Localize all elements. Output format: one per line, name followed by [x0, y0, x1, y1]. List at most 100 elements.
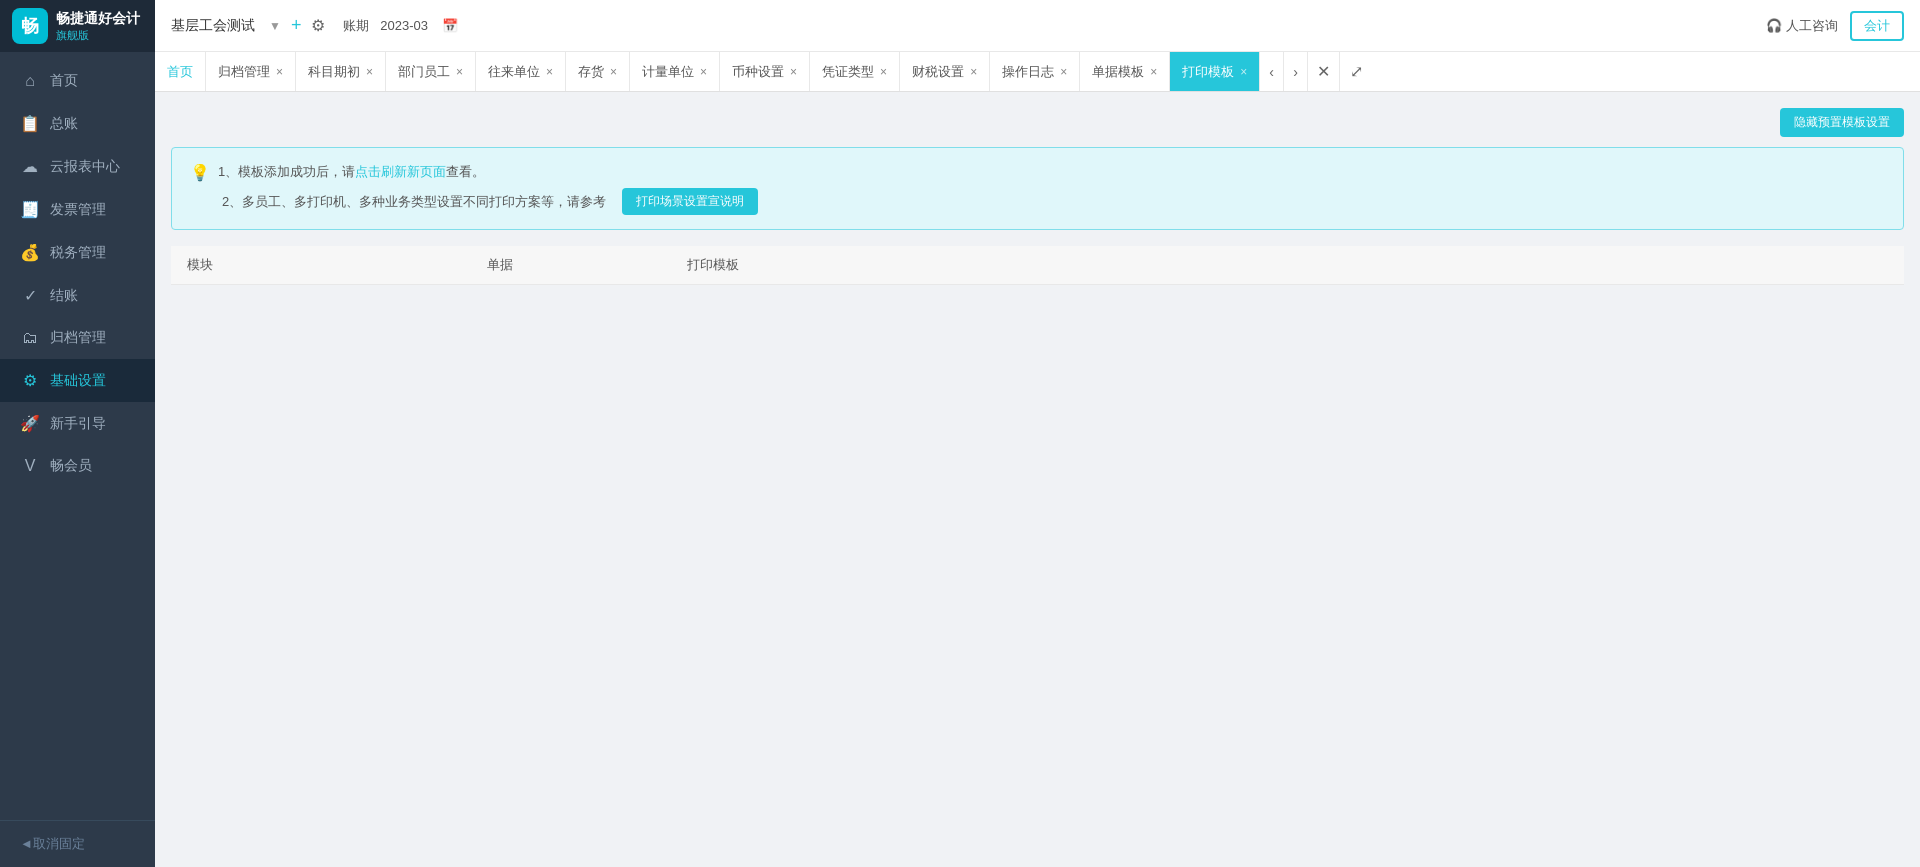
logo-edition: 旗舰版 [56, 28, 140, 43]
nav-label-tax: 税务管理 [50, 244, 106, 262]
tab-oplog[interactable]: 操作日志 × [990, 52, 1080, 92]
lightbulb-icon: 💡 [190, 163, 210, 182]
nav-label-guide: 新手引导 [50, 415, 106, 433]
tab-inventory[interactable]: 存货 × [566, 52, 630, 92]
tab-department[interactable]: 部门员工 × [386, 52, 476, 92]
tab-label-partner: 往来单位 [488, 63, 540, 81]
tab-close-oplog[interactable]: × [1060, 65, 1067, 79]
tab-close-printtemplate[interactable]: × [1240, 65, 1247, 79]
tab-close-partner[interactable]: × [546, 65, 553, 79]
settings-icon[interactable]: ⚙ [311, 16, 325, 35]
tab-close-inventory[interactable]: × [610, 65, 617, 79]
sidebar-item-settle[interactable]: ✓ 结账 [0, 274, 155, 317]
period-label-text: 账期 [343, 18, 369, 33]
tab-label-archive: 归档管理 [218, 63, 270, 81]
tab-voucher[interactable]: 凭证类型× [810, 52, 900, 92]
tab-label-oplog: 操作日志 [1002, 63, 1054, 81]
nav-icon-basic: ⚙ [20, 371, 40, 390]
nav-label-basic: 基础设置 [50, 372, 106, 390]
tab-currency[interactable]: 币种设置× [720, 52, 810, 92]
add-tab-button[interactable]: + [291, 15, 302, 36]
sidebar: 畅 畅捷通好会计 旗舰版 ⌂首页📋总账 ☁ 云报表中心 🧾发票管理 💰 税务管理 ✓ 结账 🗂 归… [0, 0, 155, 867]
tab-label-inventory: 存货 [578, 63, 604, 81]
tab-measure[interactable]: 计量单位 × [630, 52, 720, 92]
tab-home[interactable]: 首页 [155, 52, 206, 92]
tab-archive[interactable]: 归档管理 × [206, 52, 296, 92]
tab-close-taxset[interactable]: × [970, 65, 977, 79]
nav-label-member: 畅会员 [50, 457, 92, 475]
info-row-2: 2、多员工、多打印机、多种业务类型设置不同打印方案等，请参考 打印场景设置宣说明 [190, 188, 1885, 215]
tab-taxset[interactable]: 财税设置 × [900, 52, 990, 92]
tab-next-button[interactable]: › [1284, 52, 1308, 92]
sidebar-item-reports[interactable]: ☁ 云报表中心 [0, 145, 155, 188]
period-label: 账期 2023-03 [343, 17, 428, 35]
col-doc-header: 单据 [471, 256, 671, 274]
tab-label-department: 部门员工 [398, 63, 450, 81]
table-header: 模块 单据 打印模板 [171, 246, 1904, 285]
help-button[interactable]: 🎧 人工咨询 [1766, 17, 1838, 35]
tab-label-measure: 计量单位 [642, 63, 694, 81]
sidebar-item-basic[interactable]: ⚙ 基础设置 [0, 359, 155, 402]
main-content: 隐藏预置模板设置 💡 1、模板添加成功后，请点击刷新新页面查看。 2、多员工、多… [155, 92, 1920, 867]
logo-text: 畅捷通好会计 旗舰版 [56, 10, 140, 43]
company-name: 基层工会测试 [171, 17, 255, 35]
tab-label-taxset: 财税设置 [912, 63, 964, 81]
tab-singletem[interactable]: 单据模板× [1080, 52, 1170, 92]
info-text-2: 2、多员工、多打印机、多种业务类型设置不同打印方案等，请参考 [222, 192, 606, 212]
unpin-button[interactable]: ◄取消固定 [0, 820, 155, 867]
col-module-header: 模块 [171, 256, 471, 274]
tab-close-currency[interactable]: × [790, 65, 797, 79]
info-box: 💡 1、模板添加成功后，请点击刷新新页面查看。 2、多员工、多打印机、多种业务类… [171, 147, 1904, 230]
logo-char: 畅 [21, 14, 39, 38]
tab-close-measure[interactable]: × [700, 65, 707, 79]
close-all-tabs-button[interactable]: ✕ [1308, 52, 1340, 92]
user-button[interactable]: 会计 [1850, 11, 1904, 41]
tab-label-home: 首页 [167, 63, 193, 81]
logo-name: 畅捷通好会计 [56, 10, 140, 28]
tab-close-subject[interactable]: × [366, 65, 373, 79]
nav-icon-settle: ✓ [20, 286, 40, 305]
nav-icon-guide: 🚀 [20, 414, 40, 433]
sidebar-item-archive[interactable]: 🗂 归档管理 [0, 317, 155, 359]
tab-close-archive[interactable]: × [276, 65, 283, 79]
info-prefix: 1、模板添加成功后，请 [218, 164, 355, 179]
unpin-label: ◄取消固定 [20, 835, 85, 853]
tab-close-voucher[interactable]: × [880, 65, 887, 79]
tabbar: 首页归档管理×科目期初×部门员工×往来单位×存货×计量单位×币种设置×凭证类型×… [155, 52, 1920, 92]
nav-icon-tax: 💰 [20, 243, 40, 262]
hide-template-button[interactable]: 隐藏预置模板设置 [1780, 108, 1904, 137]
tab-label-subject: 科目期初 [308, 63, 360, 81]
info-text-1: 1、模板添加成功后，请点击刷新新页面查看。 [218, 162, 485, 182]
sidebar-item-member[interactable]: V畅会员 [0, 445, 155, 487]
tab-partner[interactable]: 往来单位 × [476, 52, 566, 92]
logo-icon: 畅 [12, 8, 48, 44]
nav-label-ledger: 总账 [50, 115, 78, 133]
sidebar-logo: 畅 畅捷通好会计 旗舰版 [0, 0, 155, 52]
sidebar-item-guide[interactable]: 🚀 新手引导 [0, 402, 155, 445]
print-scene-button[interactable]: 打印场景设置宣说明 [622, 188, 758, 215]
tab-label-printtemplate: 打印模板 [1182, 63, 1234, 81]
sidebar-item-ledger[interactable]: 📋总账 [0, 102, 155, 145]
calendar-icon[interactable]: 📅 [442, 18, 458, 33]
period-value: 2023-03 [380, 18, 428, 33]
nav-label-reports: 云报表中心 [50, 158, 120, 176]
nav-label-home: 首页 [50, 72, 78, 90]
help-label: 人工咨询 [1786, 17, 1838, 35]
nav-icon-archive: 🗂 [20, 329, 40, 347]
expand-tabs-button[interactable]: ⤢ [1340, 52, 1372, 92]
tab-close-department[interactable]: × [456, 65, 463, 79]
sidebar-item-invoice[interactable]: 🧾发票管理 [0, 188, 155, 231]
tab-prev-button[interactable]: ‹ [1260, 52, 1284, 92]
headset-icon: 🎧 [1766, 18, 1782, 33]
tab-subject[interactable]: 科目期初 × [296, 52, 386, 92]
nav-label-archive: 归档管理 [50, 329, 106, 347]
refresh-link[interactable]: 点击刷新新页面 [355, 164, 446, 179]
nav-icon-reports: ☁ [20, 157, 40, 176]
tab-close-singletem[interactable]: × [1150, 65, 1157, 79]
sidebar-item-tax[interactable]: 💰 税务管理 [0, 231, 155, 274]
sidebar-item-home[interactable]: ⌂首页 [0, 60, 155, 102]
tab-printtemplate[interactable]: 打印模板 × [1170, 52, 1260, 92]
company-dropdown-icon[interactable]: ▼ [269, 19, 281, 33]
nav-label-settle: 结账 [50, 287, 78, 305]
hide-template-area: 隐藏预置模板设置 [171, 108, 1904, 137]
